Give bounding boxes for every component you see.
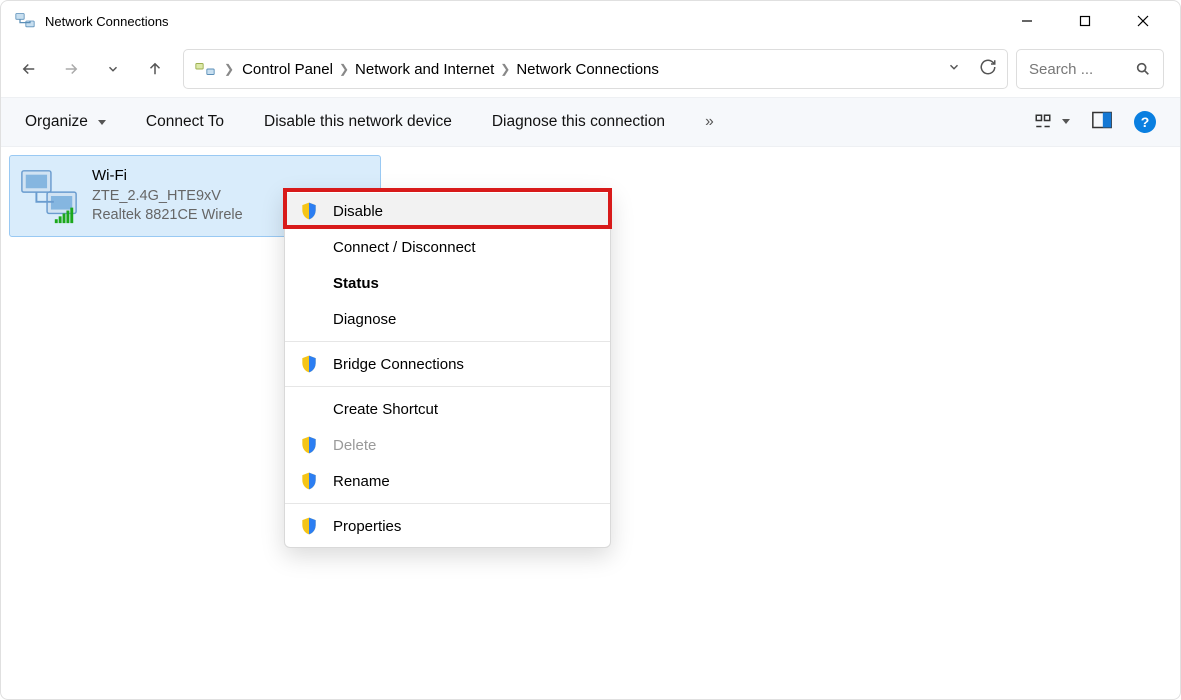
preview-pane-button[interactable] — [1092, 111, 1112, 134]
ctx-create-shortcut[interactable]: Create Shortcut — [285, 391, 610, 427]
shield-icon — [299, 201, 319, 221]
view-options-button[interactable] — [1034, 113, 1070, 131]
ctx-label: Connect / Disconnect — [333, 239, 476, 256]
breadcrumb: Control Panel ❯ Network and Internet ❯ N… — [242, 61, 939, 78]
ctx-label: Bridge Connections — [333, 356, 464, 373]
ctx-connect-disconnect[interactable]: Connect / Disconnect — [285, 229, 610, 265]
titlebar: Network Connections — [1, 1, 1180, 41]
back-button[interactable] — [17, 57, 41, 81]
search-placeholder: Search ... — [1029, 61, 1093, 78]
ctx-label: Disable — [333, 203, 383, 220]
connect-to-button[interactable]: Connect To — [146, 113, 224, 131]
connection-adapter: Realtek 8821CE Wirele — [92, 206, 243, 226]
shield-icon — [299, 435, 319, 455]
search-box[interactable]: Search ... — [1016, 49, 1164, 89]
close-button[interactable] — [1114, 1, 1172, 41]
recent-locations-button[interactable] — [101, 57, 125, 81]
navigation-bar: ❯ Control Panel ❯ Network and Internet ❯… — [1, 41, 1180, 97]
minimize-button[interactable] — [998, 1, 1056, 41]
ctx-properties[interactable]: Properties — [285, 508, 610, 544]
forward-button[interactable] — [59, 57, 83, 81]
ctx-rename[interactable]: Rename — [285, 463, 610, 499]
ctx-label: Rename — [333, 473, 390, 490]
command-bar: Organize Connect To Disable this network… — [1, 97, 1180, 147]
disable-device-button[interactable]: Disable this network device — [264, 113, 452, 131]
search-icon — [1135, 61, 1151, 77]
maximize-button[interactable] — [1056, 1, 1114, 41]
connection-name: Wi-Fi — [92, 166, 243, 186]
nav-arrows — [17, 57, 167, 81]
shield-icon — [299, 471, 319, 491]
organize-menu[interactable]: Organize — [25, 113, 106, 131]
separator — [285, 341, 610, 342]
up-button[interactable] — [143, 57, 167, 81]
diagnose-connection-button[interactable]: Diagnose this connection — [492, 113, 665, 131]
connection-labels: Wi-Fi ZTE_2.4G_HTE9xV Realtek 8821CE Wir… — [92, 166, 243, 225]
chevron-right-icon[interactable]: ❯ — [339, 62, 349, 76]
network-adapter-icon — [18, 165, 80, 227]
ctx-disable[interactable]: Disable — [285, 193, 610, 229]
network-folder-icon — [194, 58, 216, 80]
breadcrumb-item[interactable]: Network Connections — [516, 61, 659, 78]
ctx-label: Diagnose — [333, 311, 396, 328]
separator — [285, 503, 610, 504]
refresh-button[interactable] — [979, 58, 997, 81]
addressbar-dropdown-button[interactable] — [947, 60, 961, 79]
window-controls — [998, 1, 1172, 41]
ctx-status[interactable]: Status — [285, 265, 610, 301]
ctx-label: Create Shortcut — [333, 401, 438, 418]
chevron-right-icon[interactable]: ❯ — [500, 62, 510, 76]
content-area: Wi-Fi ZTE_2.4G_HTE9xV Realtek 8821CE Wir… — [1, 147, 1180, 245]
ctx-label: Properties — [333, 518, 401, 535]
ctx-label: Status — [333, 275, 379, 292]
connection-ssid: ZTE_2.4G_HTE9xV — [92, 187, 243, 207]
shield-icon — [299, 516, 319, 536]
shield-icon — [299, 354, 319, 374]
ctx-delete: Delete — [285, 427, 610, 463]
window-title: Network Connections — [45, 14, 998, 29]
help-button[interactable]: ? — [1134, 111, 1156, 133]
overflow-button[interactable]: » — [705, 113, 714, 131]
breadcrumb-item[interactable]: Control Panel — [242, 61, 333, 78]
network-connections-icon — [15, 11, 35, 31]
ctx-diagnose[interactable]: Diagnose — [285, 301, 610, 337]
chevron-right-icon[interactable]: ❯ — [224, 62, 234, 76]
breadcrumb-item[interactable]: Network and Internet — [355, 61, 494, 78]
context-menu: Disable Connect / Disconnect Status Diag… — [284, 189, 611, 548]
separator — [285, 386, 610, 387]
ctx-label: Delete — [333, 437, 376, 454]
address-bar[interactable]: ❯ Control Panel ❯ Network and Internet ❯… — [183, 49, 1008, 89]
ctx-bridge-connections[interactable]: Bridge Connections — [285, 346, 610, 382]
